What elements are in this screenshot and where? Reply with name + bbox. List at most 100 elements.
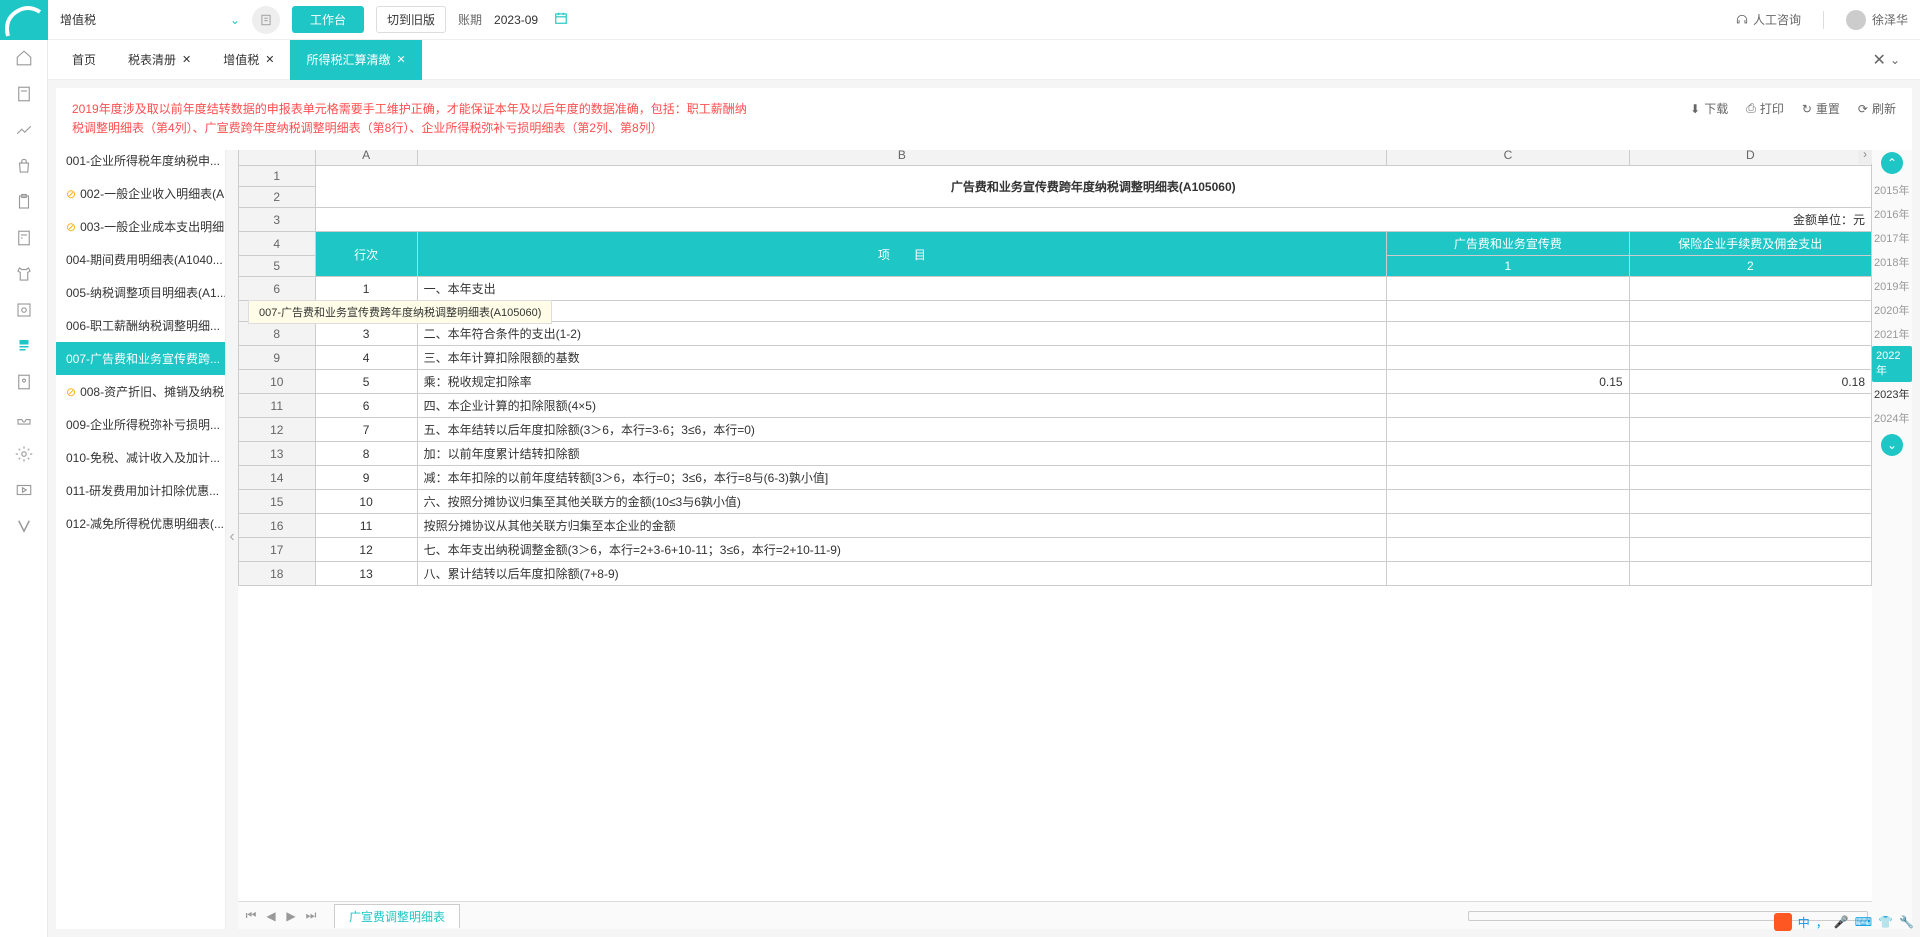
year-item[interactable]: 2019年 (1872, 274, 1912, 298)
sheet-nav-last[interactable]: ⏭ (302, 908, 320, 923)
table-cell[interactable] (1629, 442, 1871, 466)
table-cell[interactable] (1387, 277, 1629, 301)
col-insfee[interactable]: 保险企业手续费及佣金支出 (1629, 232, 1871, 256)
calendar-icon[interactable] (554, 11, 568, 28)
ime-logo-icon[interactable] (1774, 913, 1792, 931)
table-cell[interactable] (1629, 277, 1871, 301)
year-item[interactable]: 2018年 (1872, 250, 1912, 274)
table-cell[interactable]: 11 (315, 514, 417, 538)
year-item[interactable]: 2022年 (1872, 346, 1912, 382)
nav-safe-icon[interactable] (0, 292, 48, 328)
sheet-tab[interactable]: 广宣费调整明细表 (334, 904, 460, 928)
report-item-9[interactable]: 010-免税、减计收入及加计... (56, 441, 225, 474)
table-cell[interactable] (1629, 514, 1871, 538)
tab-3[interactable]: 所得税汇算清缴✕ (290, 40, 421, 80)
table-cell[interactable]: 按照分摊协议从其他关联方归集至本企业的金额 (417, 514, 1387, 538)
reset-button[interactable]: ↻重置 (1802, 100, 1840, 117)
table-cell[interactable] (1387, 301, 1629, 322)
table-cell[interactable]: 五、本年结转以后年度扣除额(3＞6，本行=3-6；3≤6，本行=0) (417, 418, 1387, 442)
table-cell[interactable] (1387, 346, 1629, 370)
table-cell[interactable]: 1 (315, 277, 417, 301)
year-item[interactable]: 2015年 (1872, 178, 1912, 202)
logo[interactable] (0, 0, 48, 40)
year-item[interactable]: 2020年 (1872, 298, 1912, 322)
table-cell[interactable]: 3 (315, 322, 417, 346)
table-cell[interactable] (1387, 490, 1629, 514)
table-cell[interactable] (1629, 538, 1871, 562)
close-icon[interactable]: ✕ (182, 53, 191, 66)
table-cell[interactable]: 乘：税收规定扣除率 (417, 370, 1387, 394)
report-item-10[interactable]: 011-研发费用加计扣除优惠... (56, 474, 225, 507)
unit-label[interactable]: 金额单位：元 (315, 208, 1871, 232)
ime-keyboard-icon[interactable]: ⌨ (1855, 915, 1872, 929)
table-cell[interactable]: 4 (315, 346, 417, 370)
sheet-nav-prev[interactable]: ◀ (262, 909, 280, 923)
sheet-nav-next[interactable]: ▶ (282, 909, 300, 923)
ime-punct-icon[interactable]: ， (1816, 914, 1828, 931)
period-value[interactable]: 2023-09 (494, 13, 538, 27)
table-cell[interactable]: 10 (315, 490, 417, 514)
report-item-5[interactable]: 006-职工薪酬纳税调整明细... (56, 309, 225, 342)
table-cell[interactable] (1629, 562, 1871, 586)
table-cell[interactable] (1629, 346, 1871, 370)
table-cell[interactable] (1387, 562, 1629, 586)
year-item[interactable]: 2023年 (1872, 382, 1912, 406)
report-item-4[interactable]: 005-纳税调整项目明细表(A1... (56, 276, 225, 309)
switch-old-button[interactable]: 切到旧版 (376, 6, 446, 33)
table-cell[interactable]: 7 (315, 418, 417, 442)
year-up-button[interactable]: ⌃ (1881, 152, 1903, 174)
nav-tshirt-icon[interactable] (0, 256, 48, 292)
year-item[interactable]: 2021年 (1872, 322, 1912, 346)
table-cell[interactable]: 一、本年支出 (417, 277, 1387, 301)
ime-skin-icon[interactable]: 👕 (1878, 915, 1893, 929)
report-item-2[interactable]: ⊘003-一般企业成本支出明细... (56, 210, 225, 243)
workbench-button[interactable]: 工作台 (292, 6, 364, 33)
ime-mic-icon[interactable]: 🎤 (1834, 915, 1849, 929)
circle-button[interactable] (252, 6, 280, 34)
table-cell[interactable]: 八、累计结转以后年度扣除额(7+8-9) (417, 562, 1387, 586)
nav-inbox-icon[interactable] (0, 400, 48, 436)
year-down-button[interactable]: ⌄ (1881, 434, 1903, 456)
table-cell[interactable] (1387, 538, 1629, 562)
close-all-tabs[interactable]: ✕ ⌄ (1861, 50, 1912, 70)
table-cell[interactable]: 二、本年符合条件的支出(1-2) (417, 322, 1387, 346)
table-cell[interactable]: 6 (315, 394, 417, 418)
report-item-8[interactable]: 009-企业所得税弥补亏损明... (56, 408, 225, 441)
sheet-title[interactable]: 广告费和业务宣传费跨年度纳税调整明细表(A105060) (315, 166, 1871, 208)
ime-lang[interactable]: 中 (1798, 914, 1810, 931)
year-item[interactable]: 2016年 (1872, 202, 1912, 226)
nav-home-icon[interactable] (0, 40, 48, 76)
close-icon[interactable]: ✕ (265, 53, 274, 66)
table-cell[interactable]: 9 (315, 466, 417, 490)
table-cell[interactable]: 0.15 (1387, 370, 1629, 394)
table-cell[interactable]: 0.18 (1629, 370, 1871, 394)
print-button[interactable]: ⎙打印 (1746, 100, 1784, 117)
tab-1[interactable]: 税表清册✕ (112, 40, 207, 80)
report-item-1[interactable]: ⊘002-一般企业收入明细表(A... (56, 177, 225, 210)
year-item[interactable]: 2017年 (1872, 226, 1912, 250)
table-cell[interactable]: 12 (315, 538, 417, 562)
nav-video-icon[interactable] (0, 472, 48, 508)
nav-tax-icon[interactable] (0, 328, 48, 364)
nav-clipboard-icon[interactable] (0, 184, 48, 220)
col-adfee[interactable]: 广告费和业务宣传费 (1387, 232, 1629, 256)
table-cell[interactable]: 5 (315, 370, 417, 394)
table-cell[interactable]: 三、本年计算扣除限额的基数 (417, 346, 1387, 370)
nav-chart-icon[interactable] (0, 112, 48, 148)
refresh-button[interactable]: ⟳刷新 (1858, 100, 1896, 117)
table-cell[interactable]: 8 (315, 442, 417, 466)
collapse-handle[interactable]: ‹ (226, 144, 238, 929)
table-cell[interactable]: 减：本年扣除的以前年度结转额[3＞6，本行=0；3≤6，本行=8与(6-3)孰小… (417, 466, 1387, 490)
table-cell[interactable] (1629, 301, 1871, 322)
table-cell[interactable] (1387, 394, 1629, 418)
table-cell[interactable] (1387, 322, 1629, 346)
table-cell[interactable] (1629, 490, 1871, 514)
vat-dropdown[interactable]: 增值税 ⌄ (60, 11, 240, 28)
close-icon[interactable]: ✕ (397, 53, 406, 66)
nav-receipt-icon[interactable] (0, 364, 48, 400)
report-item-7[interactable]: ⊘008-资产折旧、摊销及纳税... (56, 375, 225, 408)
table-cell[interactable] (1629, 418, 1871, 442)
support-link[interactable]: 人工咨询 (1735, 11, 1801, 28)
table-cell[interactable] (1387, 514, 1629, 538)
sheet-scroll[interactable]: A B C D 1广告费和业务宣传费跨年度纳税调整明细表(A105060) 2 … (238, 144, 1872, 901)
